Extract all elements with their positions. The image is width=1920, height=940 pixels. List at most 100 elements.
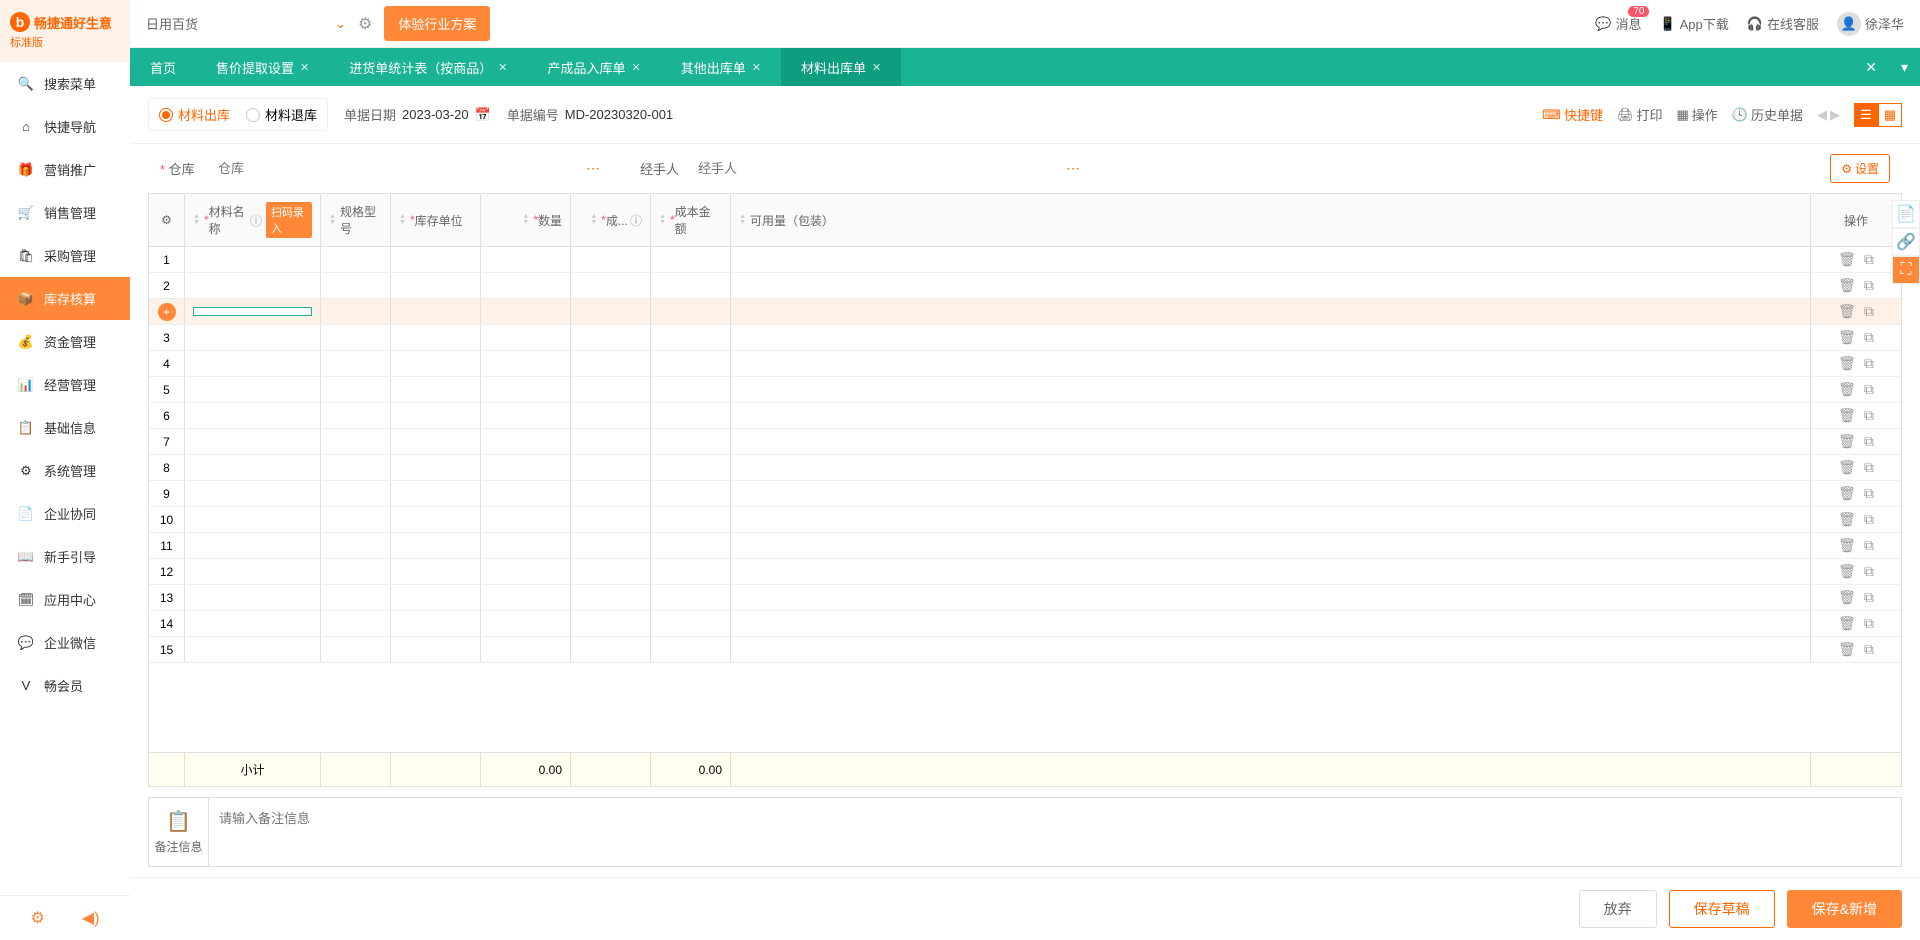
col-qty[interactable]: ▲▼ *数量 <box>481 194 571 246</box>
nav-item-3[interactable]: 🛒销售管理 <box>0 191 130 234</box>
nav-item-2[interactable]: 🎁营销推广 <box>0 148 130 191</box>
operation-button[interactable]: ▦ 操作 <box>1676 105 1717 124</box>
close-icon[interactable]: ✕ <box>498 61 507 74</box>
date-value[interactable]: 2023-03-20 <box>402 107 469 122</box>
copy-icon[interactable]: ⧉ <box>1860 329 1878 346</box>
copy-icon[interactable]: ⧉ <box>1860 355 1878 372</box>
history-button[interactable]: 🕓 历史单据 <box>1732 105 1803 124</box>
col-amt[interactable]: ▲▼ *成本金额 <box>651 194 731 246</box>
table-row[interactable]: 12 🗑 ⧉ <box>149 559 1901 585</box>
category-select[interactable]: 日用百货 ⌄ <box>146 14 346 33</box>
copy-icon[interactable]: ⧉ <box>1860 303 1878 320</box>
delete-icon[interactable]: 🗑 <box>1834 641 1860 658</box>
delete-icon[interactable]: 🗑 <box>1834 381 1860 398</box>
copy-icon[interactable]: ⧉ <box>1860 381 1878 398</box>
table-row[interactable]: 11 🗑 ⧉ <box>149 533 1901 559</box>
info-icon[interactable]: ⓘ <box>630 212 642 229</box>
copy-icon[interactable]: ⧉ <box>1860 485 1878 502</box>
nav-item-14[interactable]: V畅会员 <box>0 664 130 707</box>
material-name-input[interactable] <box>193 307 312 316</box>
nav-item-7[interactable]: 📊经营管理 <box>0 363 130 406</box>
service-button[interactable]: 🎧 在线客服 <box>1747 14 1819 33</box>
copy-icon[interactable]: ⧉ <box>1860 407 1878 424</box>
more-icon[interactable]: ⋯ <box>1066 160 1080 177</box>
download-button[interactable]: 📱 App下载 <box>1659 14 1728 33</box>
delete-icon[interactable]: 🗑 <box>1834 563 1860 580</box>
col-name[interactable]: ▲▼ *材料名称 ⓘ 扫码录入 <box>185 194 321 246</box>
close-icon[interactable]: ✕ <box>300 61 309 74</box>
radio-out[interactable]: 材料出库 <box>159 105 230 124</box>
delete-icon[interactable]: 🗑 <box>1834 251 1860 268</box>
delete-icon[interactable]: 🗑 <box>1834 407 1860 424</box>
close-icon[interactable]: ✕ <box>752 61 761 74</box>
warehouse-input[interactable] <box>218 161 586 176</box>
delete-icon[interactable]: 🗑 <box>1834 329 1860 346</box>
tab-1[interactable]: 售价提取设置✕ <box>196 48 329 86</box>
table-row[interactable]: + 🗑 ⧉ <box>149 299 1901 325</box>
prev-button[interactable]: ◀ <box>1817 107 1827 123</box>
next-button[interactable]: ▶ <box>1830 107 1840 123</box>
nav-item-10[interactable]: 📄企业协同 <box>0 492 130 535</box>
settings-icon[interactable]: ⚙ <box>31 908 45 928</box>
copy-icon[interactable]: ⧉ <box>1860 563 1878 580</box>
nav-item-8[interactable]: 📋基础信息 <box>0 406 130 449</box>
col-avail[interactable]: ▲▼ 可用量（包装） <box>731 194 1811 246</box>
tab-close-all[interactable]: ✕ <box>1853 59 1889 76</box>
copy-icon[interactable]: ⧉ <box>1860 251 1878 268</box>
delete-icon[interactable]: 🗑 <box>1834 537 1860 554</box>
tool-note[interactable]: 📄 <box>1892 200 1920 228</box>
delete-icon[interactable]: 🗑 <box>1834 303 1860 320</box>
nav-item-6[interactable]: 💰资金管理 <box>0 320 130 363</box>
table-row[interactable]: 2 🗑 ⧉ <box>149 273 1901 299</box>
collapse-icon[interactable]: ◀) <box>82 908 100 928</box>
category-gear-icon[interactable]: ⚙ <box>358 14 372 34</box>
table-row[interactable]: 9 🗑 ⧉ <box>149 481 1901 507</box>
copy-icon[interactable]: ⧉ <box>1860 277 1878 294</box>
copy-icon[interactable]: ⧉ <box>1860 511 1878 528</box>
info-icon[interactable]: ⓘ <box>250 212 262 229</box>
copy-icon[interactable]: ⧉ <box>1860 433 1878 450</box>
nav-item-11[interactable]: 📖新手引导 <box>0 535 130 578</box>
nav-item-0[interactable]: 🔍搜索菜单 <box>0 62 130 105</box>
copy-icon[interactable]: ⧉ <box>1860 615 1878 632</box>
list-view-button[interactable]: ☰ <box>1854 103 1878 127</box>
delete-icon[interactable]: 🗑 <box>1834 459 1860 476</box>
save-new-button[interactable]: 保存&新增 <box>1787 890 1902 928</box>
delete-icon[interactable]: 🗑 <box>1834 589 1860 606</box>
hotkey-button[interactable]: ⌨ 快捷键 <box>1542 105 1603 124</box>
delete-icon[interactable]: 🗑 <box>1834 511 1860 528</box>
table-row[interactable]: 8 🗑 ⧉ <box>149 455 1901 481</box>
radio-return[interactable]: 材料退库 <box>246 105 317 124</box>
table-row[interactable]: 14 🗑 ⧉ <box>149 611 1901 637</box>
close-icon[interactable]: ✕ <box>632 61 641 74</box>
col-unit[interactable]: ▲▼ *库存单位 <box>391 194 481 246</box>
messages-button[interactable]: 💬 消息 70 <box>1595 14 1641 33</box>
scan-badge[interactable]: 扫码录入 <box>266 202 312 238</box>
user-menu[interactable]: 👤 徐泽华 <box>1837 12 1904 36</box>
nav-item-13[interactable]: 💬企业微信 <box>0 621 130 664</box>
delete-icon[interactable]: 🗑 <box>1834 355 1860 372</box>
copy-icon[interactable]: ⧉ <box>1860 459 1878 476</box>
table-row[interactable]: 6 🗑 ⧉ <box>149 403 1901 429</box>
close-icon[interactable]: ✕ <box>872 61 881 74</box>
tab-0[interactable]: 首页 <box>130 48 196 86</box>
handler-input[interactable] <box>698 161 1066 176</box>
delete-icon[interactable]: 🗑 <box>1834 485 1860 502</box>
table-row[interactable]: 5 🗑 ⧉ <box>149 377 1901 403</box>
tool-expand[interactable]: ⛶ <box>1892 256 1920 284</box>
delete-icon[interactable]: 🗑 <box>1834 433 1860 450</box>
save-draft-button[interactable]: 保存草稿 <box>1669 890 1775 928</box>
delete-icon[interactable]: 🗑 <box>1834 277 1860 294</box>
tab-5[interactable]: 材料出库单✕ <box>781 48 901 86</box>
table-row[interactable]: 10 🗑 ⧉ <box>149 507 1901 533</box>
more-icon[interactable]: ⋯ <box>586 160 600 177</box>
nav-item-12[interactable]: 🗓应用中心 <box>0 578 130 621</box>
col-settings[interactable]: ⚙ <box>149 194 185 246</box>
col-cost[interactable]: ▲▼ *成... ⓘ <box>571 194 651 246</box>
remarks-input[interactable] <box>209 798 1901 866</box>
calendar-icon[interactable]: 📅 <box>475 107 491 123</box>
cta-button[interactable]: 体验行业方案 <box>384 6 490 41</box>
nav-item-5[interactable]: 📦库存核算 <box>0 277 130 320</box>
table-row[interactable]: 4 🗑 ⧉ <box>149 351 1901 377</box>
nav-item-9[interactable]: ⚙系统管理 <box>0 449 130 492</box>
